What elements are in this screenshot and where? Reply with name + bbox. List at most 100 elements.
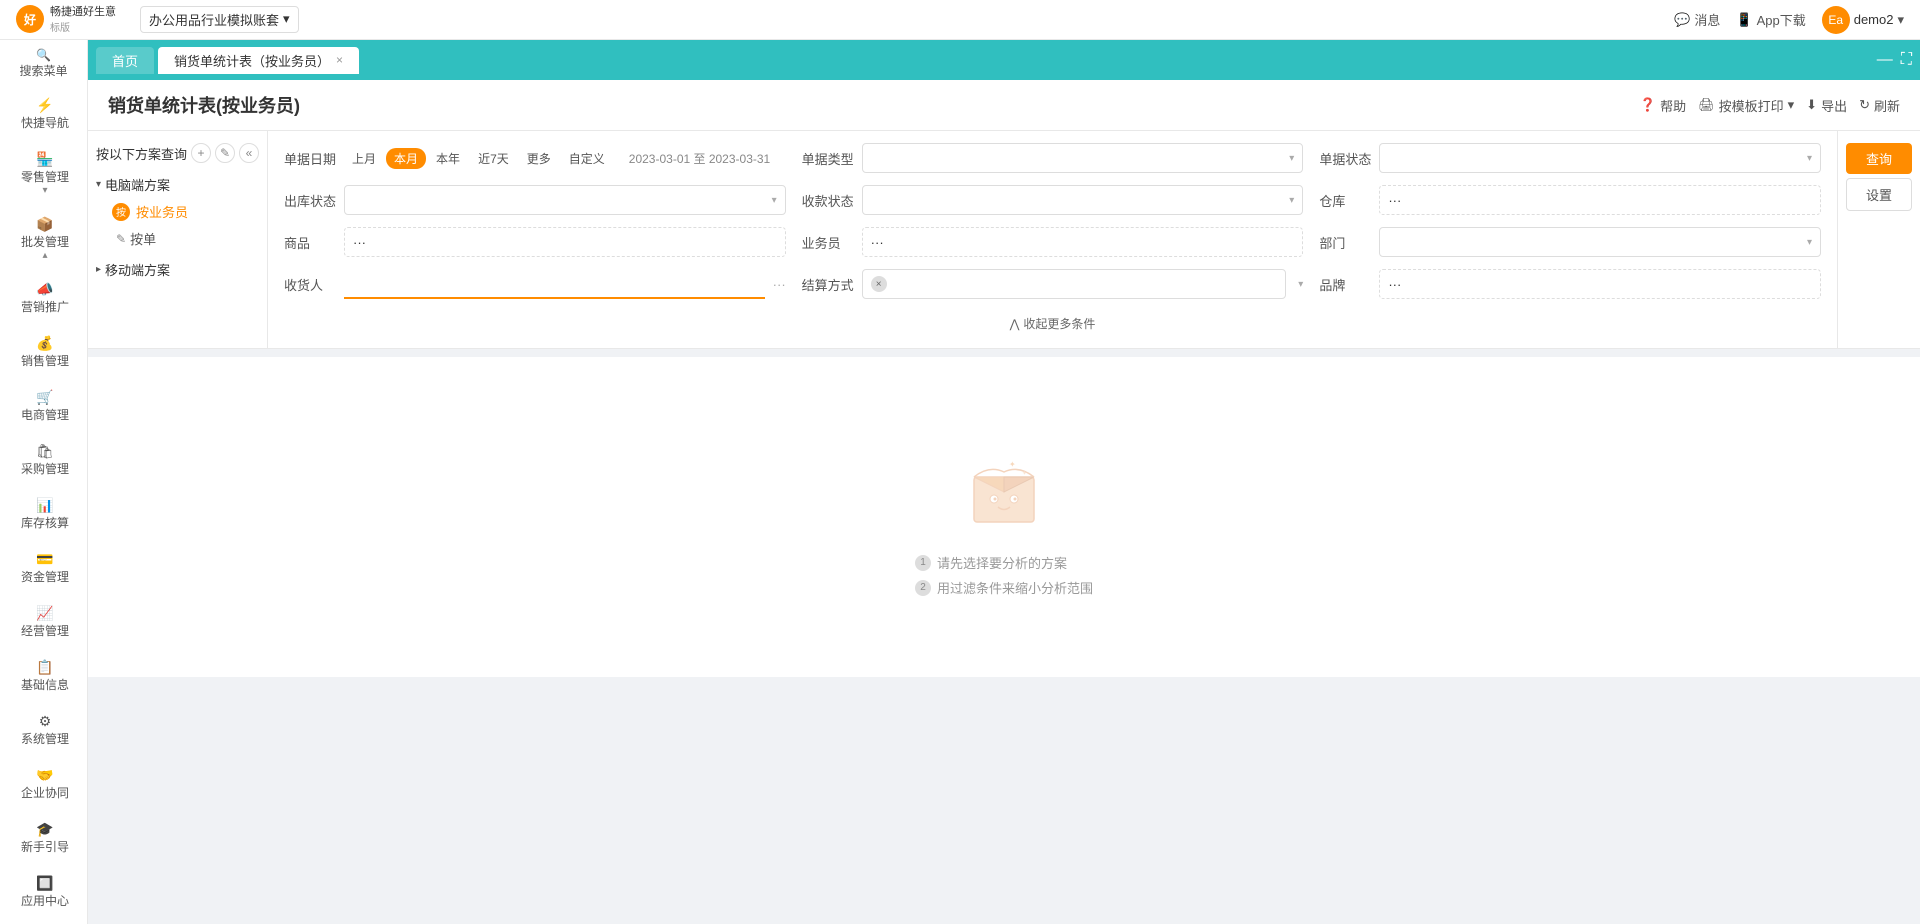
system-icon: ⚙: [39, 713, 52, 730]
left-panel-header: 按以下方案查询 + ✎ «: [96, 143, 259, 163]
user-area[interactable]: Ea demo2 ▾: [1822, 6, 1904, 34]
app-download-action[interactable]: 📱 App下载: [1736, 10, 1805, 29]
consignee-dots[interactable]: ···: [773, 277, 786, 292]
sales-label: 销售管理: [21, 352, 69, 369]
edit-scheme-btn[interactable]: ✎: [215, 143, 235, 163]
finance-label: 资金管理: [21, 568, 69, 585]
tab-close-icon[interactable]: ×: [336, 53, 343, 67]
logo-text: 畅捷通好生意: [50, 5, 116, 19]
date-tab-more[interactable]: 更多: [519, 148, 559, 169]
sidebar-item-enterprise[interactable]: 🤝 企业协同: [0, 757, 87, 811]
doc-type-select[interactable]: [862, 143, 1304, 173]
sidebar-item-quick-nav[interactable]: ⚡ 快捷导航: [0, 87, 87, 141]
refresh-icon: ↻: [1859, 97, 1870, 113]
wholesale-label: 批发管理: [21, 233, 69, 250]
goods-input[interactable]: ···: [344, 227, 786, 257]
tree-parent-desktop[interactable]: ▾ 电脑端方案: [96, 171, 259, 198]
tab-expand-icon[interactable]: ⛶: [1901, 51, 1912, 69]
staff-input[interactable]: ···: [862, 227, 1304, 257]
logo-icon: 好: [16, 5, 44, 33]
sidebar-item-operations[interactable]: 📈 经营管理: [0, 595, 87, 649]
department-select[interactable]: [1379, 227, 1821, 257]
sidebar-item-purchase[interactable]: 🛍 采购管理: [0, 433, 87, 487]
receive-status-arrow-icon: [1289, 195, 1294, 206]
sidebar-item-system[interactable]: ⚙ 系统管理: [0, 703, 87, 757]
print-arrow-icon: ▾: [1788, 97, 1795, 113]
out-status-select[interactable]: [344, 185, 786, 215]
tree-group-desktop: ▾ 电脑端方案 按 按业务员 ✎ 按单: [96, 171, 259, 252]
date-label: 单据日期: [284, 149, 336, 168]
logo-text-area: 畅捷通好生意 标版: [50, 5, 116, 34]
sidebar-item-search[interactable]: 🔍 搜索菜单: [0, 40, 87, 87]
sidebar-item-inventory[interactable]: 📊 库存核算: [0, 487, 87, 541]
sidebar-item-basic-info[interactable]: 📋 基础信息: [0, 649, 87, 703]
print-label: 按模板打印: [1719, 96, 1784, 115]
message-action[interactable]: 💬 消息: [1674, 10, 1720, 29]
date-tab-custom[interactable]: 自定义: [561, 148, 613, 169]
empty-step-2: 2 用过滤条件来缩小分析范围: [915, 578, 1093, 597]
empty-state: ✦ ✦ 1: [88, 357, 1920, 677]
retail-label: 零售管理: [21, 168, 69, 185]
app-selector[interactable]: 办公用品行业模拟账套 ▾: [140, 6, 299, 33]
purchase-icon: 🛍: [36, 443, 54, 460]
add-scheme-btn[interactable]: +: [191, 143, 211, 163]
settlement-input[interactable]: ×: [862, 269, 1287, 299]
doc-status-select[interactable]: [1379, 143, 1821, 173]
top-bar-left: 好 畅捷通好生意 标版 办公用品行业模拟账套 ▾: [16, 5, 299, 34]
sidebar-item-guide[interactable]: 🎓 新手引导: [0, 811, 87, 865]
warehouse-dots: ···: [1388, 193, 1401, 208]
print-icon: 🖨: [1698, 97, 1715, 113]
sidebar-item-ecommerce[interactable]: 🛒 电商管理: [0, 379, 87, 433]
brand-input[interactable]: ···: [1379, 269, 1821, 299]
app-center-icon: 🔲: [36, 875, 53, 892]
sidebar-item-marketing[interactable]: 📣 营销推广: [0, 271, 87, 325]
filter-row-3: 商品 ··· 业务员 ···: [284, 227, 1821, 257]
sidebar-item-finance[interactable]: 💳 资金管理: [0, 541, 87, 595]
collapse-btn[interactable]: ⋀ 收起更多条件: [1010, 315, 1096, 332]
step-1-text: 请先选择要分析的方案: [937, 553, 1067, 572]
help-btn[interactable]: ❓ 帮助: [1640, 96, 1686, 115]
settings-button[interactable]: 设置: [1846, 178, 1912, 211]
export-btn[interactable]: ⬇ 导出: [1806, 96, 1847, 115]
staff-label: 业务员: [802, 233, 854, 252]
filter-goods: 商品 ···: [284, 227, 786, 257]
goods-label: 商品: [284, 233, 336, 252]
quick-nav-icon: ⚡: [36, 97, 53, 114]
date-tab-last-month[interactable]: 上月: [344, 148, 384, 169]
tree-child-by-staff[interactable]: 按 按业务员: [96, 198, 259, 225]
sidebar-item-wholesale[interactable]: 📦 批发管理 ▴: [0, 206, 87, 271]
filter-row-2: 出库状态 收款状态: [284, 185, 1821, 215]
date-tab-this-year[interactable]: 本年: [428, 148, 468, 169]
retail-icon: 🏪: [36, 151, 53, 168]
basic-info-icon: 📋: [36, 659, 53, 676]
logo-area: 好 畅捷通好生意 标版: [16, 5, 116, 34]
warehouse-input[interactable]: ···: [1379, 185, 1821, 215]
tab-active-report[interactable]: 销货单统计表（按业务员） ×: [158, 47, 359, 74]
tree-parent-mobile[interactable]: ▸ 移动端方案: [96, 256, 259, 283]
sidebar-item-app-center[interactable]: 🔲 应用中心: [0, 865, 87, 919]
marketing-label: 营销推广: [21, 298, 69, 315]
tab-home[interactable]: 首页: [96, 47, 154, 74]
enterprise-icon: 🤝: [36, 767, 53, 784]
main-layout: 🔍 搜索菜单 ⚡ 快捷导航 🏪 零售管理 ▾ 📦 批发管理 ▴ 📣 营销推广: [0, 40, 1920, 924]
print-dropdown[interactable]: 🖨 按模板打印 ▾: [1698, 96, 1794, 115]
empty-step-1: 1 请先选择要分析的方案: [915, 553, 1093, 572]
sidebar-item-wechat[interactable]: 💬 企业微信: [0, 919, 87, 924]
settlement-tag-close[interactable]: ×: [871, 276, 887, 292]
refresh-btn[interactable]: ↻ 刷新: [1859, 96, 1900, 115]
collapse-panel-btn[interactable]: «: [239, 143, 259, 163]
tab-minimize-icon[interactable]: —: [1877, 51, 1893, 69]
consignee-input[interactable]: [344, 269, 765, 299]
left-panel-icons: + ✎ «: [191, 143, 259, 163]
tree-sub-by-order[interactable]: ✎ 按单: [96, 225, 259, 252]
receive-status-select[interactable]: [862, 185, 1304, 215]
sidebar-item-retail[interactable]: 🏪 零售管理 ▾: [0, 141, 87, 206]
date-range-text: 2023-03-01 至 2023-03-31: [629, 150, 770, 167]
date-tab-7days[interactable]: 近7天: [470, 148, 517, 169]
sidebar-item-sales[interactable]: 💰 销售管理: [0, 325, 87, 379]
by-order-label: 按单: [130, 229, 156, 248]
doc-status-arrow-icon: [1807, 153, 1812, 164]
message-icon: 💬: [1674, 12, 1690, 28]
date-tab-this-month[interactable]: 本月: [386, 148, 426, 169]
query-button[interactable]: 查询: [1846, 143, 1912, 174]
